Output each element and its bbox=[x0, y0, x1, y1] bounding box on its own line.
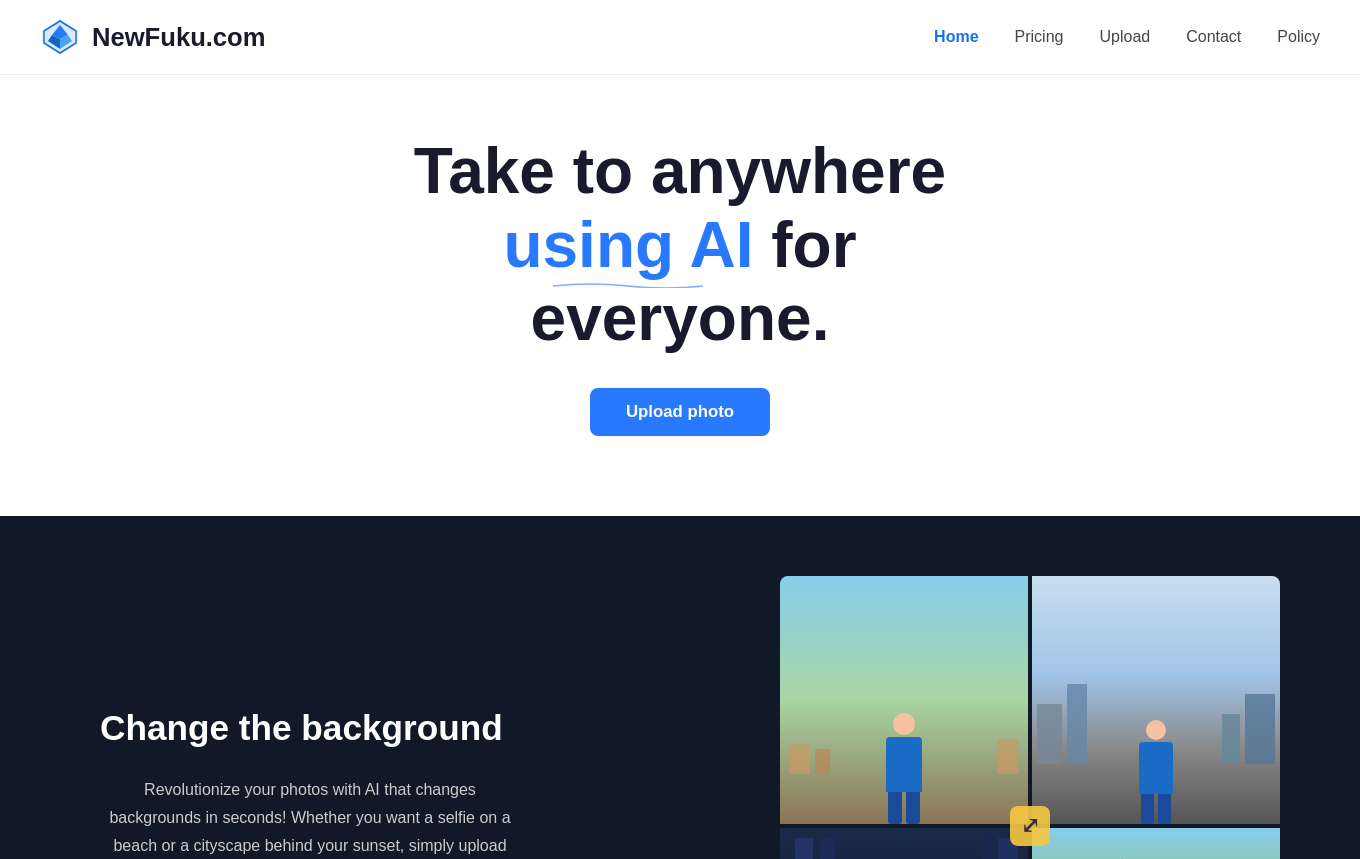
logo-area[interactable]: NewFuku.com bbox=[40, 17, 266, 57]
hero-section: Take to anywhere using AI foreveryone. U… bbox=[0, 75, 1360, 516]
hero-title: Take to anywhere using AI foreveryone. bbox=[40, 135, 1320, 356]
grid-cell-street bbox=[780, 828, 1028, 859]
navbar: NewFuku.com Home Pricing Upload Contact … bbox=[0, 0, 1360, 75]
nav-link-upload[interactable]: Upload bbox=[1099, 28, 1150, 45]
logo-icon bbox=[40, 17, 80, 57]
dark-section: Change the background Revolutionize your… bbox=[0, 516, 1360, 859]
nav-link-contact[interactable]: Contact bbox=[1186, 28, 1241, 45]
hero-title-ai: using AI bbox=[503, 209, 753, 283]
upload-photo-button[interactable]: Upload photo bbox=[590, 388, 770, 436]
nav-item-pricing[interactable]: Pricing bbox=[1015, 28, 1064, 46]
nav-item-home[interactable]: Home bbox=[934, 28, 978, 46]
site-logo-text: NewFuku.com bbox=[92, 23, 266, 52]
dark-section-description: Revolutionize your photos with AI that c… bbox=[100, 776, 520, 859]
grid-cell-city bbox=[1032, 576, 1280, 824]
nav-link-pricing[interactable]: Pricing bbox=[1015, 28, 1064, 45]
nav-links: Home Pricing Upload Contact Policy bbox=[934, 28, 1320, 46]
nav-item-upload[interactable]: Upload bbox=[1099, 28, 1150, 46]
nav-item-policy[interactable]: Policy bbox=[1277, 28, 1320, 46]
hero-title-line1: Take to anywhere bbox=[414, 135, 946, 207]
nav-link-home[interactable]: Home bbox=[934, 28, 978, 45]
image-grid bbox=[780, 576, 1280, 859]
nav-item-contact[interactable]: Contact bbox=[1186, 28, 1241, 46]
grid-cell-forest bbox=[1032, 828, 1280, 859]
dark-text-area: Change the background Revolutionize your… bbox=[100, 708, 520, 859]
dark-section-heading: Change the background bbox=[100, 708, 520, 748]
grid-cell-outdoor bbox=[780, 576, 1028, 824]
image-grid-container: ⤢ bbox=[780, 576, 1280, 859]
nav-link-policy[interactable]: Policy bbox=[1277, 28, 1320, 45]
